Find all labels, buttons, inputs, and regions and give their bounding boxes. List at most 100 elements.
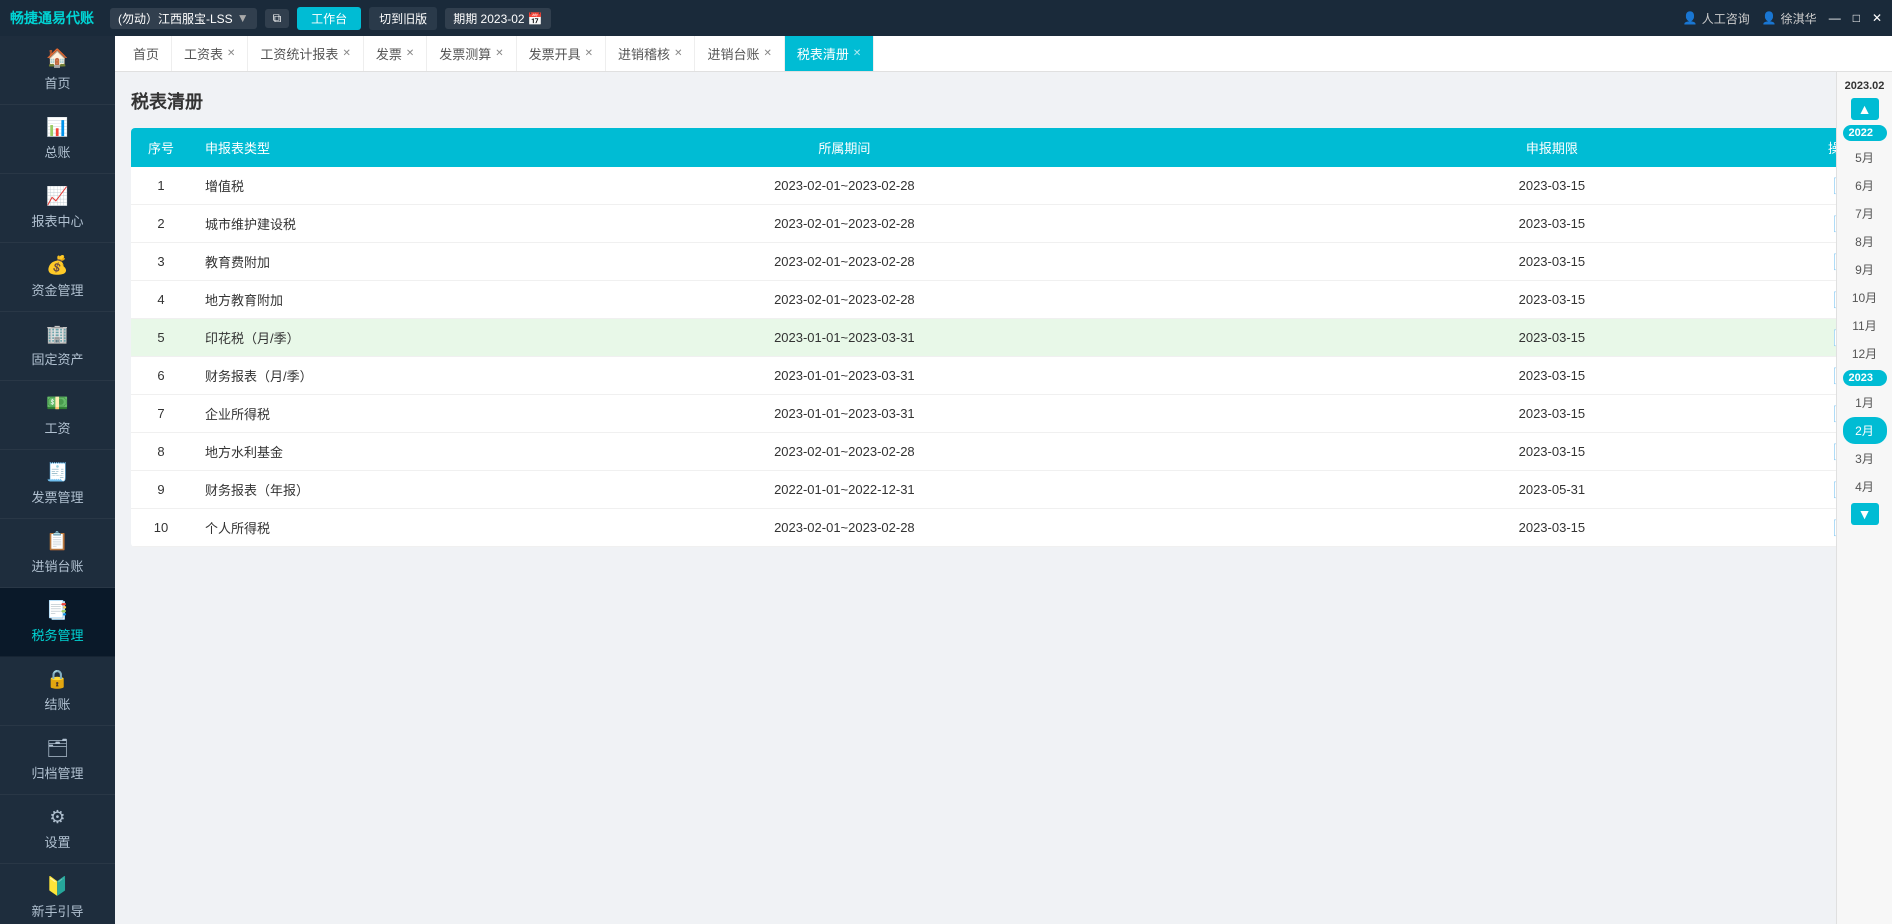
- ai-consult-btn[interactable]: 👤 人工咨询: [1683, 10, 1750, 27]
- cal-month-2023-4月[interactable]: 4月: [1843, 473, 1887, 500]
- sidebar-item-tax-mgmt[interactable]: 📑 税务管理: [0, 588, 115, 657]
- cell-deadline: 2023-03-15: [1298, 433, 1806, 471]
- sidebar-icon-archive: 🗂: [46, 738, 69, 759]
- sidebar-icon-report-center: 📈: [46, 186, 68, 207]
- workbench-button[interactable]: 工作台: [297, 7, 361, 30]
- table-row: 10 个人所得税 2023-02-01~2023-02-28 2023-03-1…: [131, 509, 1876, 547]
- sidebar-icon-salary: 💵: [46, 393, 68, 414]
- cell-seq: 8: [131, 433, 191, 471]
- sidebar-item-salary[interactable]: 💵工资: [0, 381, 115, 450]
- tab-sales-ledger-tab[interactable]: 进销台账✕: [695, 36, 784, 71]
- sidebar-item-report-center[interactable]: 📈 报表中心: [0, 174, 115, 243]
- table-row: 9 财务报表（年报） 2022-01-01~2022-12-31 2023-05…: [131, 471, 1876, 509]
- period-label: 期期 2023-02 📅: [445, 8, 551, 29]
- sidebar-item-close[interactable]: 🔒结账: [0, 657, 115, 726]
- tab-invoice-calc[interactable]: 发票测算 ✕: [427, 36, 516, 71]
- cell-deadline: 2023-03-15: [1298, 319, 1806, 357]
- sidebar-icon-fixed-assets: 🏢: [46, 324, 68, 345]
- tab-salary-table[interactable]: 工资表✕: [172, 36, 248, 71]
- cell-deadline: 2023-03-15: [1298, 205, 1806, 243]
- cell-deadline: 2023-03-15: [1298, 395, 1806, 433]
- cal-month-6月[interactable]: 6月: [1843, 172, 1887, 199]
- sidebar-icon-settings: ⚙: [49, 807, 65, 828]
- cal-month-2023-1月[interactable]: 1月: [1843, 389, 1887, 416]
- sidebar-item-settings[interactable]: ⚙设置: [0, 795, 115, 864]
- table-row: 5 印花税（月/季） 2023-01-01~2023-03-31 2023-03…: [131, 319, 1876, 357]
- tab-close-salary-stats[interactable]: ✕: [342, 48, 350, 59]
- tab-label-tax-clearance: 税表清册: [797, 44, 849, 63]
- cell-period: 2023-02-01~2023-02-28: [391, 509, 1298, 547]
- sidebar-item-fixed-assets[interactable]: 🏢 固定资产: [0, 312, 115, 381]
- sidebar-item-guide[interactable]: 🔰新手引导: [0, 864, 115, 924]
- sidebar-label-tax-mgmt: 税务管理: [31, 625, 83, 644]
- sidebar-item-invoice-mgmt[interactable]: 🧾发票管理: [0, 450, 115, 519]
- cal-down-button[interactable]: ▼: [1851, 503, 1879, 525]
- tab-home[interactable]: 首页: [121, 36, 172, 71]
- minimize-btn[interactable]: —: [1829, 11, 1841, 25]
- cal-month-8月[interactable]: 8月: [1843, 228, 1887, 255]
- tab-close-invoice-open[interactable]: ✕: [585, 48, 593, 59]
- tab-close-sales-ledger-tab[interactable]: ✕: [763, 48, 771, 59]
- table-row: 2 城市维护建设税 2023-02-01~2023-02-28 2023-03-…: [131, 205, 1876, 243]
- company-dropdown-arrow: ▼: [237, 11, 249, 25]
- switch-old-button[interactable]: 切到旧版: [369, 7, 437, 30]
- cal-month-7月[interactable]: 7月: [1843, 200, 1887, 227]
- page-title: 税表清册: [131, 88, 203, 114]
- cal-month-12月[interactable]: 12月: [1843, 340, 1887, 367]
- cell-type: 增值税: [191, 167, 391, 205]
- cell-type: 个人所得税: [191, 509, 391, 547]
- cell-deadline: 2023-05-31: [1298, 471, 1806, 509]
- cell-type: 城市维护建设税: [191, 205, 391, 243]
- sidebar-item-archive[interactable]: 🗂归档管理: [0, 726, 115, 795]
- cell-deadline: 2023-03-15: [1298, 243, 1806, 281]
- cal-month-11月[interactable]: 11月: [1843, 312, 1887, 339]
- cell-period: 2023-01-01~2023-03-31: [391, 395, 1298, 433]
- tab-close-sales-verify[interactable]: ✕: [674, 48, 682, 59]
- company-selector[interactable]: (勿动）江西服宝-LSS ▼: [110, 8, 257, 29]
- cal-month-5月[interactable]: 5月: [1843, 144, 1887, 171]
- sidebar-item-home[interactable]: 🏠首页: [0, 36, 115, 105]
- tab-close-salary-table[interactable]: ✕: [227, 48, 235, 59]
- main-layout: 🏠首页📊总账 📈 报表中心 💰资金管理 🏢 固定资产 💵工资🧾发票管理📋进销台账 📑 税务管理 🔒…: [0, 36, 1892, 924]
- cell-deadline: 2023-03-15: [1298, 357, 1806, 395]
- calendar-panel: 2023.02 ▲ 20225月6月7月8月9月10月11月12月20231月2…: [1836, 72, 1892, 924]
- tab-close-invoice-calc[interactable]: ✕: [495, 48, 503, 59]
- col-period: 所属期间: [391, 128, 1298, 167]
- page-header: 税表清册 ↻ 刷新: [131, 88, 1876, 114]
- tab-invoice[interactable]: 发票 ✕: [364, 36, 427, 71]
- cell-deadline: 2023-03-15: [1298, 167, 1806, 205]
- tab-sales-verify[interactable]: 进销稽核✕: [606, 36, 695, 71]
- sidebar-icon-tax-mgmt: 📑: [46, 600, 68, 621]
- user-profile-btn[interactable]: 👤 徐淇华: [1762, 10, 1817, 27]
- tab-label-invoice-calc: 发票测算: [439, 44, 491, 63]
- sidebar-item-sales-ledger[interactable]: 📋进销台账: [0, 519, 115, 588]
- tab-salary-stats[interactable]: 工资统计报表✕: [248, 36, 363, 71]
- tab-label-invoice: 发票: [376, 44, 402, 63]
- tab-close-tax-clearance[interactable]: ✕: [853, 48, 861, 59]
- sidebar-item-general-ledger[interactable]: 📊总账: [0, 105, 115, 174]
- sidebar-item-fund-mgmt[interactable]: 💰资金管理: [0, 243, 115, 312]
- sidebar-icon-general-ledger: 📊: [46, 117, 68, 138]
- table-row: 4 地方教育附加 2023-02-01~2023-02-28 2023-03-1…: [131, 281, 1876, 319]
- cal-year-2023: 2023: [1843, 370, 1887, 386]
- sidebar-label-fixed-assets: 固定资产: [31, 349, 83, 368]
- sidebar-icon-sales-ledger: 📋: [46, 531, 68, 552]
- tab-label-invoice-open: 发票开具: [529, 44, 581, 63]
- cell-period: 2022-01-01~2022-12-31: [391, 471, 1298, 509]
- cal-month-9月[interactable]: 9月: [1843, 256, 1887, 283]
- cal-month-2023-2月[interactable]: 2月: [1843, 417, 1887, 444]
- tab-tax-clearance[interactable]: 税表清册 ✕: [785, 36, 874, 71]
- col-seq: 序号: [131, 128, 191, 167]
- cell-period: 2023-01-01~2023-03-31: [391, 357, 1298, 395]
- sidebar-label-report-center: 报表中心: [31, 211, 83, 230]
- close-btn[interactable]: ✕: [1872, 11, 1882, 25]
- copy-icon-btn[interactable]: ⧉: [265, 9, 290, 28]
- sidebar-label-close: 结账: [44, 694, 70, 713]
- tab-invoice-open[interactable]: 发票开具 ✕: [517, 36, 606, 71]
- maximize-btn[interactable]: □: [1853, 11, 1860, 25]
- cal-month-2023-3月[interactable]: 3月: [1843, 445, 1887, 472]
- cell-period: 2023-02-01~2023-02-28: [391, 167, 1298, 205]
- cal-up-button[interactable]: ▲: [1851, 98, 1879, 120]
- cal-month-10月[interactable]: 10月: [1843, 284, 1887, 311]
- tab-close-invoice[interactable]: ✕: [406, 48, 414, 59]
